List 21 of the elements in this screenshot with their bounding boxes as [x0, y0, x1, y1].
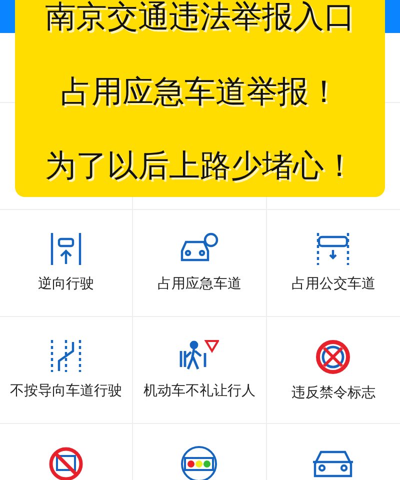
banner-text: 占用应急车道举报！: [60, 74, 340, 110]
no-stopping-sign-icon: [315, 339, 352, 375]
category-tile[interactable]: 违反禁令标志: [266, 317, 400, 424]
tile-label: 机动车不礼让行人: [143, 382, 256, 401]
tile-label: 不按导向车道行驶: [10, 382, 122, 401]
tile-label: 占用公交车道: [291, 275, 376, 294]
traffic-light-icon: [179, 446, 220, 480]
lane-arrow-car-icon: [50, 232, 82, 266]
category-tile[interactable]: 逆向行驶: [0, 210, 134, 317]
banner-text: 南京交通违法举报入口: [45, 0, 355, 36]
category-tile[interactable]: 不按导向车道行驶: [0, 317, 134, 424]
tile-label: 占用应急车道: [157, 275, 242, 294]
category-tile[interactable]: 机动车不礼让行人: [133, 317, 267, 424]
bus-lane-icon: [315, 232, 352, 266]
category-tile[interactable]: 占用公交车道: [266, 210, 400, 317]
lane-change-icon: [50, 339, 82, 373]
tile-label: 违反禁令标志: [291, 384, 376, 403]
tile-label: 逆向行驶: [38, 275, 94, 294]
category-tile[interactable]: 占用应急车道: [133, 210, 267, 317]
no-parking-line-icon: [48, 446, 84, 480]
banner-text: 为了以后上路少堵心！: [45, 149, 355, 185]
